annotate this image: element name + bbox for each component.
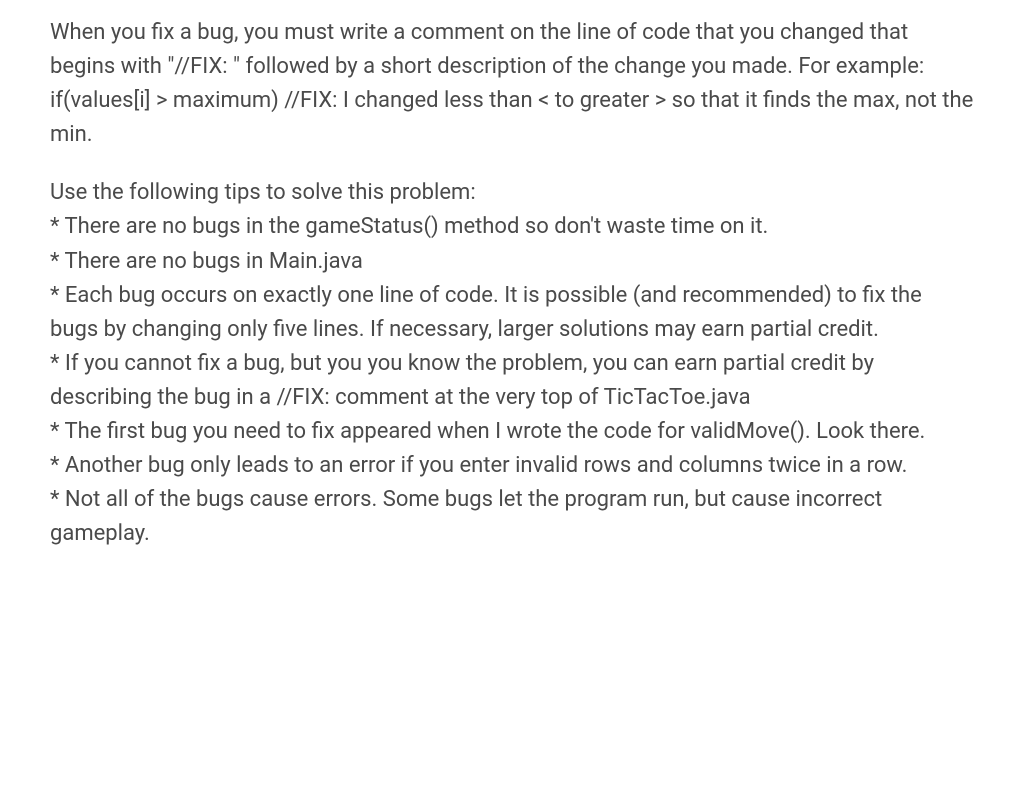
- intro-sentence: When you fix a bug, you must write a com…: [50, 20, 924, 79]
- tip-item: * Not all of the bugs cause errors. Some…: [50, 483, 974, 551]
- tip-item: * There are no bugs in the gameStatus() …: [50, 210, 974, 244]
- intro-paragraph: When you fix a bug, you must write a com…: [50, 16, 974, 152]
- tips-header: Use the following tips to solve this pro…: [50, 176, 974, 210]
- tip-item: * There are no bugs in Main.java: [50, 245, 974, 279]
- tip-item: * The first bug you need to fix appeared…: [50, 415, 974, 449]
- intro-example: if(values[i] > maximum) //FIX: I changed…: [50, 88, 973, 147]
- tip-item: * Another bug only leads to an error if …: [50, 449, 974, 483]
- tip-item: * If you cannot fix a bug, but you you k…: [50, 347, 974, 415]
- tips-section: Use the following tips to solve this pro…: [50, 176, 974, 551]
- tip-item: * Each bug occurs on exactly one line of…: [50, 279, 974, 347]
